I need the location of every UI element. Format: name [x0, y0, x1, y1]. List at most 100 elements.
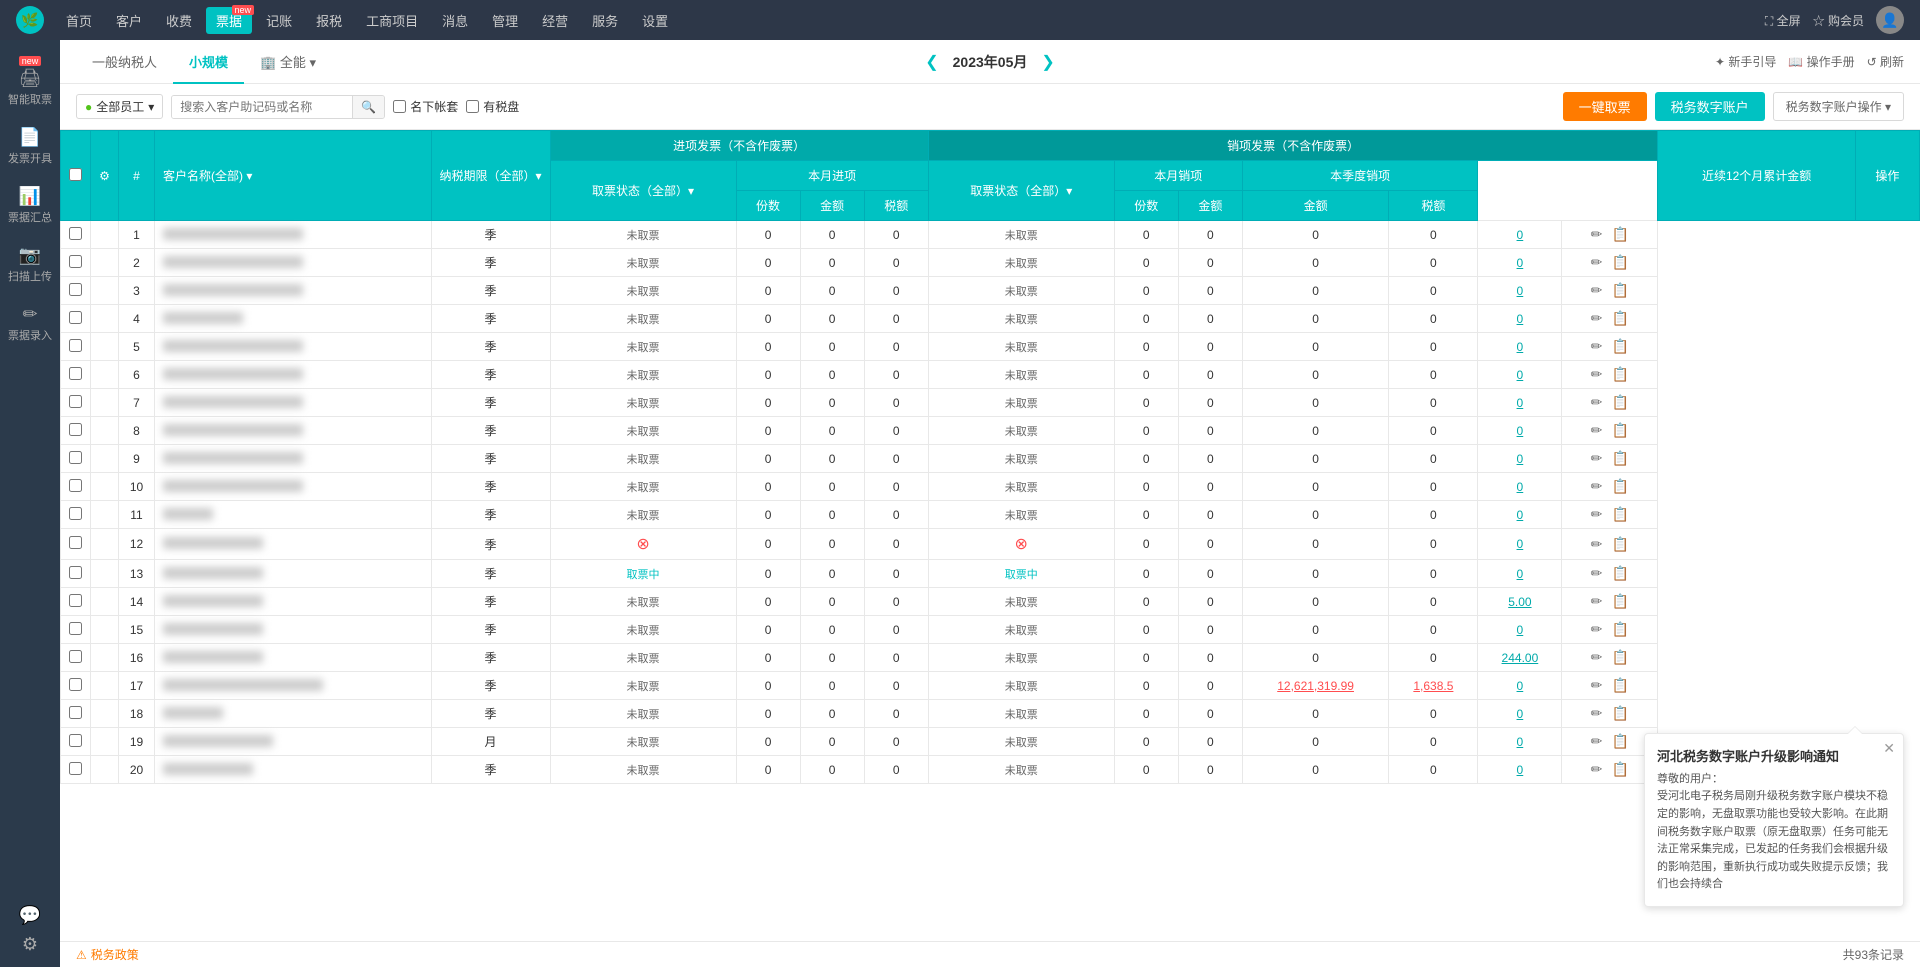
- row-checkbox[interactable]: [69, 479, 82, 492]
- one-click-ticket-btn[interactable]: 一键取票: [1563, 92, 1647, 121]
- row-check[interactable]: [61, 361, 91, 389]
- row-checkbox[interactable]: [69, 311, 82, 324]
- edit-btn[interactable]: ✏: [1588, 621, 1606, 637]
- row-checkbox[interactable]: [69, 367, 82, 380]
- sidebar-item-扫描上传[interactable]: 📷扫描上传: [0, 237, 60, 292]
- copy-btn[interactable]: 📋: [1609, 733, 1632, 749]
- row-name[interactable]: [155, 529, 432, 560]
- copy-btn[interactable]: 📋: [1609, 536, 1632, 552]
- row-checkbox[interactable]: [69, 706, 82, 719]
- row-checkbox[interactable]: [69, 594, 82, 607]
- nav-item-报税[interactable]: 报税: [306, 7, 352, 34]
- checkbox-taxdisk[interactable]: 有税盘: [466, 98, 519, 115]
- edit-btn[interactable]: ✏: [1588, 422, 1606, 438]
- row-checkbox[interactable]: [69, 227, 82, 240]
- search-input[interactable]: [172, 96, 352, 118]
- row-checkbox[interactable]: [69, 650, 82, 663]
- edit-btn[interactable]: ✏: [1588, 282, 1606, 298]
- row-name[interactable]: [155, 389, 432, 417]
- copy-btn[interactable]: 📋: [1609, 282, 1632, 298]
- sub-nav-item-general[interactable]: 一般纳税人: [76, 40, 173, 84]
- row-check[interactable]: [61, 221, 91, 249]
- row-name[interactable]: [155, 588, 432, 616]
- edit-btn[interactable]: ✏: [1588, 506, 1606, 522]
- nav-item-管理[interactable]: 管理: [482, 7, 528, 34]
- row-checkbox[interactable]: [69, 762, 82, 775]
- row-name[interactable]: [155, 672, 432, 700]
- edit-btn[interactable]: ✏: [1588, 310, 1606, 326]
- subledger-checkbox[interactable]: [393, 100, 406, 113]
- row-check[interactable]: [61, 277, 91, 305]
- row-checkbox[interactable]: [69, 423, 82, 436]
- row-check[interactable]: [61, 445, 91, 473]
- copy-btn[interactable]: 📋: [1609, 565, 1632, 581]
- next-month-btn[interactable]: ❯: [1035, 50, 1060, 74]
- copy-btn[interactable]: 📋: [1609, 366, 1632, 382]
- row-check[interactable]: [61, 417, 91, 445]
- row-check[interactable]: [61, 560, 91, 588]
- row-name[interactable]: [155, 277, 432, 305]
- row-check[interactable]: [61, 700, 91, 728]
- edit-btn[interactable]: ✏: [1588, 478, 1606, 494]
- row-check[interactable]: [61, 333, 91, 361]
- row-checkbox[interactable]: [69, 283, 82, 296]
- employee-select[interactable]: ● 全部员工 ▾: [76, 94, 163, 119]
- col-name-header[interactable]: 客户名称(全部) ▾: [155, 131, 432, 221]
- nav-item-服务[interactable]: 服务: [582, 7, 628, 34]
- sub-nav-item-all[interactable]: 🏢 全能 ▾: [244, 40, 332, 84]
- row-name[interactable]: [155, 221, 432, 249]
- copy-btn[interactable]: 📋: [1609, 593, 1632, 609]
- nav-item-工商项目[interactable]: 工商项目: [356, 7, 428, 34]
- edit-btn[interactable]: ✏: [1588, 394, 1606, 410]
- nav-item-消息[interactable]: 消息: [432, 7, 478, 34]
- row-check[interactable]: [61, 756, 91, 784]
- nav-item-收费[interactable]: 收费: [156, 7, 202, 34]
- row-name[interactable]: [155, 644, 432, 672]
- edit-btn[interactable]: ✏: [1588, 226, 1606, 242]
- row-check[interactable]: [61, 616, 91, 644]
- row-check[interactable]: [61, 501, 91, 529]
- tax-policy-bar[interactable]: ⚠ 税务政策: [76, 946, 139, 963]
- row-check[interactable]: [61, 672, 91, 700]
- edit-btn[interactable]: ✏: [1588, 677, 1606, 693]
- row-check[interactable]: [61, 473, 91, 501]
- row-check[interactable]: [61, 305, 91, 333]
- copy-btn[interactable]: 📋: [1609, 621, 1632, 637]
- sidebar-bottom-icon[interactable]: 💬: [19, 905, 41, 926]
- copy-btn[interactable]: 📋: [1609, 677, 1632, 693]
- copy-btn[interactable]: 📋: [1609, 761, 1632, 777]
- edit-btn[interactable]: ✏: [1588, 593, 1606, 609]
- row-checkbox[interactable]: [69, 339, 82, 352]
- col-out-status[interactable]: 取票状态（全部）▾: [928, 161, 1114, 221]
- row-name[interactable]: [155, 249, 432, 277]
- row-name[interactable]: [155, 756, 432, 784]
- row-name[interactable]: [155, 560, 432, 588]
- row-checkbox[interactable]: [69, 734, 82, 747]
- edit-btn[interactable]: ✏: [1588, 366, 1606, 382]
- nav-item-客户[interactable]: 客户: [106, 7, 152, 34]
- sidebar-item-发票开具[interactable]: 📄发票开具: [0, 119, 60, 174]
- row-name[interactable]: [155, 333, 432, 361]
- row-checkbox[interactable]: [69, 536, 82, 549]
- sidebar-item-票据录入[interactable]: ✏票据录入: [0, 296, 60, 351]
- row-check[interactable]: [61, 588, 91, 616]
- edit-btn[interactable]: ✏: [1588, 649, 1606, 665]
- edit-btn[interactable]: ✏: [1588, 761, 1606, 777]
- row-name[interactable]: [155, 501, 432, 529]
- row-name[interactable]: [155, 473, 432, 501]
- nav-item-票据[interactable]: 票据new: [206, 7, 252, 34]
- copy-btn[interactable]: 📋: [1609, 254, 1632, 270]
- row-name[interactable]: [155, 305, 432, 333]
- row-checkbox[interactable]: [69, 451, 82, 464]
- taxdisk-checkbox[interactable]: [466, 100, 479, 113]
- row-name[interactable]: [155, 361, 432, 389]
- copy-btn[interactable]: 📋: [1609, 450, 1632, 466]
- edit-btn[interactable]: ✏: [1588, 705, 1606, 721]
- nav-item-记账[interactable]: 记账: [256, 7, 302, 34]
- edit-btn[interactable]: ✏: [1588, 733, 1606, 749]
- row-check[interactable]: [61, 389, 91, 417]
- notice-close-btn[interactable]: ✕: [1883, 740, 1895, 757]
- sidebar-item-票据汇总[interactable]: 📊票据汇总: [0, 178, 60, 233]
- tax-digital-account-btn[interactable]: 税务数字账户: [1655, 92, 1765, 121]
- tax-digital-ops-btn[interactable]: 税务数字账户操作 ▾: [1773, 92, 1904, 121]
